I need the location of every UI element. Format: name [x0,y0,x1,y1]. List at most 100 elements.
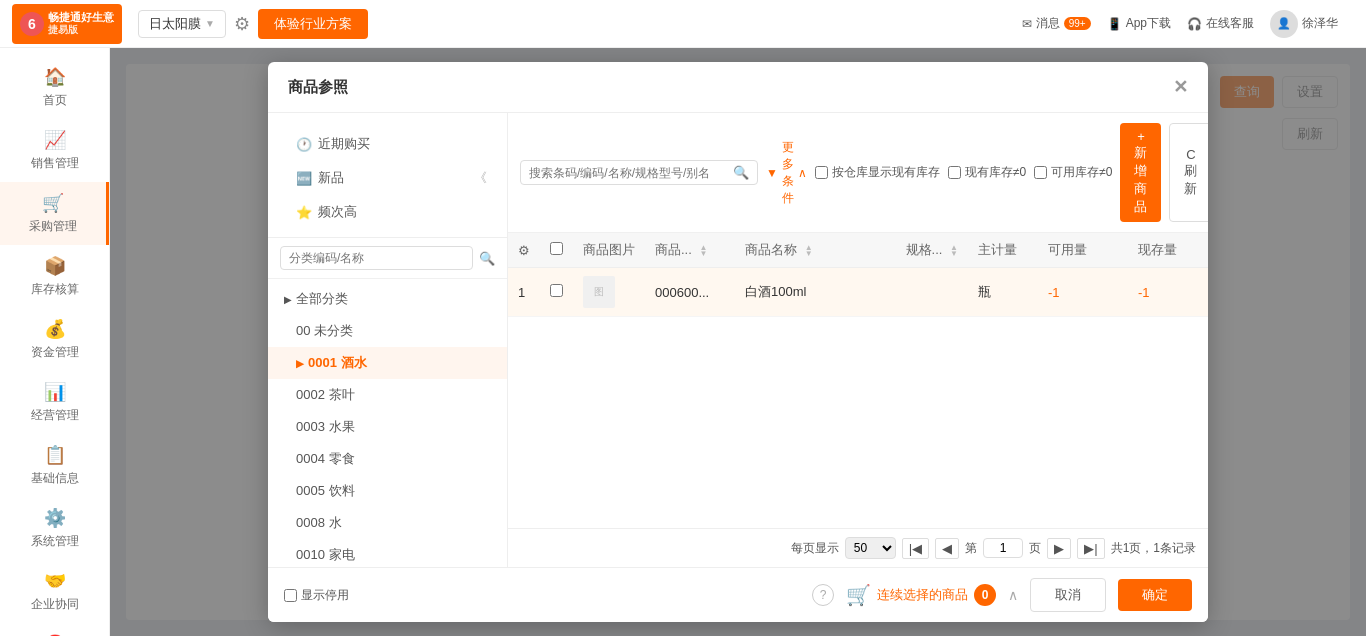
th-image: 商品图片 [573,233,645,268]
product-reference-modal: 商品参照 ✕ 🕐 近期购买 [268,62,1208,622]
available-nonzero-checkbox[interactable]: 可用库存≠0 [1034,164,1112,181]
th-unit: 主计量 [968,233,1038,268]
store-selector[interactable]: 日太阳膜 ▼ [138,10,226,38]
modal-close-btn[interactable]: ✕ [1173,76,1188,98]
help-icon[interactable]: ? [812,584,834,606]
purchase-icon: 🛒 [42,192,64,214]
avatar: 👤 [1270,10,1298,38]
row-name-cell: 白酒100ml [735,268,896,317]
sidebar-item-finance[interactable]: 💰 资金管理 [0,308,109,371]
stock-nonzero-checkbox[interactable]: 现有库存≠0 [948,164,1026,181]
show-disabled-checkbox[interactable]: 显示停用 [284,587,349,604]
cancel-btn[interactable]: 取消 [1030,578,1106,612]
category-water[interactable]: 0008 水 [268,507,507,539]
th-code: 商品... ▲▼ [645,233,735,268]
sales-icon: 📈 [44,129,66,151]
first-page-btn[interactable]: |◀ [902,538,929,559]
category-uncategorized[interactable]: 00 未分类 [268,315,507,347]
sort-icon: ▲▼ [805,245,813,256]
cart-icon: 🛒 [846,583,871,607]
sidebar-item-enterprise[interactable]: 🤝 企业协同 [0,560,109,623]
category-appliances[interactable]: 0010 家电 [268,539,507,567]
pagination-bar: 每页显示 50 10 20 100 |◀ ◀ 第 页 [508,528,1208,567]
product-code: 000600... [655,285,709,300]
row-index: 1 [508,268,540,317]
experience-btn[interactable]: 体验行业方案 [258,9,368,39]
category-search-input[interactable] [280,246,473,270]
collapse-left-btn[interactable]: 《 [466,165,495,191]
refresh-btn[interactable]: C 刷新 [1169,123,1208,222]
page-size-select[interactable]: 50 10 20 100 [845,537,896,559]
row-spec-cell [896,268,968,317]
sidebar-item-home[interactable]: 🏠 首页 [0,56,109,119]
show-disabled-input[interactable] [284,589,297,602]
sidebar-item-inventory[interactable]: 📦 库存核算 [0,245,109,308]
app-download-btn[interactable]: 📱 App下载 [1107,15,1171,32]
product-thumbnail: 图 [583,276,615,308]
available-nonzero-input[interactable] [1034,166,1047,179]
stock-nonzero-label: 现有库存≠0 [965,164,1026,181]
row-unit-cell: 瓶 [968,268,1038,317]
quick-filter-label: 频次高 [318,203,357,221]
recent-icon: 🕐 [296,137,312,152]
select-all-checkbox[interactable] [550,242,563,255]
modal-body: 🕐 近期购买 🆕 新品 ⭐ 频次高 [268,113,1208,567]
settings-icon[interactable]: ⚙ [234,13,250,35]
category-tea[interactable]: 0002 茶叶 [268,379,507,411]
quick-filter-label: 新品 [318,169,344,187]
category-all[interactable]: ▶ 全部分类 [268,283,507,315]
online-service-btn[interactable]: 🎧 在线客服 [1187,15,1254,32]
confirm-btn[interactable]: 确定 [1118,579,1192,611]
th-spec: 规格... ▲▼ [896,233,968,268]
row-code-cell: 000600... [645,268,735,317]
page-word: 第 [965,540,977,557]
product-search-input[interactable] [529,166,729,180]
headset-icon: 🎧 [1187,17,1202,31]
last-page-btn[interactable]: ▶| [1077,538,1104,559]
quick-filter-frequent[interactable]: ⭐ 频次高 [280,195,460,229]
product-search-wrap: 🔍 [520,160,758,185]
logo-icon: 6 [20,12,44,36]
messages-btn[interactable]: ✉ 消息 99+ [1022,15,1091,32]
category-label: 0003 水果 [296,418,355,436]
next-page-btn[interactable]: ▶ [1047,538,1071,559]
table-row[interactable]: 1 图 000600... [508,268,1208,317]
collapse-cart-btn[interactable]: ∧ [1008,587,1018,603]
warehouse-checkbox-input[interactable] [815,166,828,179]
category-label: 0005 饮料 [296,482,355,500]
table-action-btns: + 新增商品 C 刷新 [1120,123,1208,222]
more-filters-btn[interactable]: ▼ 更多条件 ∧ [766,139,807,207]
logo-text: 畅捷通好生意 捷易版 [48,11,114,36]
category-snacks[interactable]: 0004 零食 [268,443,507,475]
category-drinks[interactable]: 0005 饮料 [268,475,507,507]
page-unit: 页 [1029,540,1041,557]
sidebar-item-operation[interactable]: 📊 经营管理 [0,371,109,434]
row-checkbox[interactable] [550,284,563,297]
sidebar-item-purchase[interactable]: 🛒 采购管理 [0,182,109,245]
prev-page-btn[interactable]: ◀ [935,538,959,559]
add-product-btn[interactable]: + 新增商品 [1120,123,1161,222]
product-unit: 瓶 [978,284,991,299]
sidebar-item-system[interactable]: ⚙️ 系统管理 [0,497,109,560]
chevron-down-icon: ▼ [205,18,215,29]
quick-filter-new[interactable]: 🆕 新品 [280,161,460,195]
category-search-icon[interactable]: 🔍 [479,251,495,266]
category-liquor[interactable]: ▶ 0001 酒水 [268,347,507,379]
sidebar-item-sales[interactable]: 📈 销售管理 [0,119,109,182]
user-profile[interactable]: 👤 徐泽华 [1270,10,1338,38]
th-checkbox [540,233,573,268]
message-icon: ✉ [1022,17,1032,31]
stock-nonzero-input[interactable] [948,166,961,179]
sidebar-item-guide[interactable]: 🎯 新手引导 [0,623,109,636]
sidebar-item-basic[interactable]: 📋 基础信息 [0,434,109,497]
available-nonzero-label: 可用库存≠0 [1051,164,1112,181]
th-code-label: 商品... [655,242,692,257]
warehouse-display-checkbox[interactable]: 按仓库显示现有库存 [815,164,940,181]
category-fruit[interactable]: 0003 水果 [268,411,507,443]
warehouse-label: 按仓库显示现有库存 [832,164,940,181]
th-stock: 现存量 [1128,233,1208,268]
quick-filter-recent[interactable]: 🕐 近期购买 [280,127,460,161]
show-disabled-label: 显示停用 [301,587,349,604]
sort-icon: ▲▼ [699,245,707,256]
page-number-input[interactable] [983,538,1023,558]
